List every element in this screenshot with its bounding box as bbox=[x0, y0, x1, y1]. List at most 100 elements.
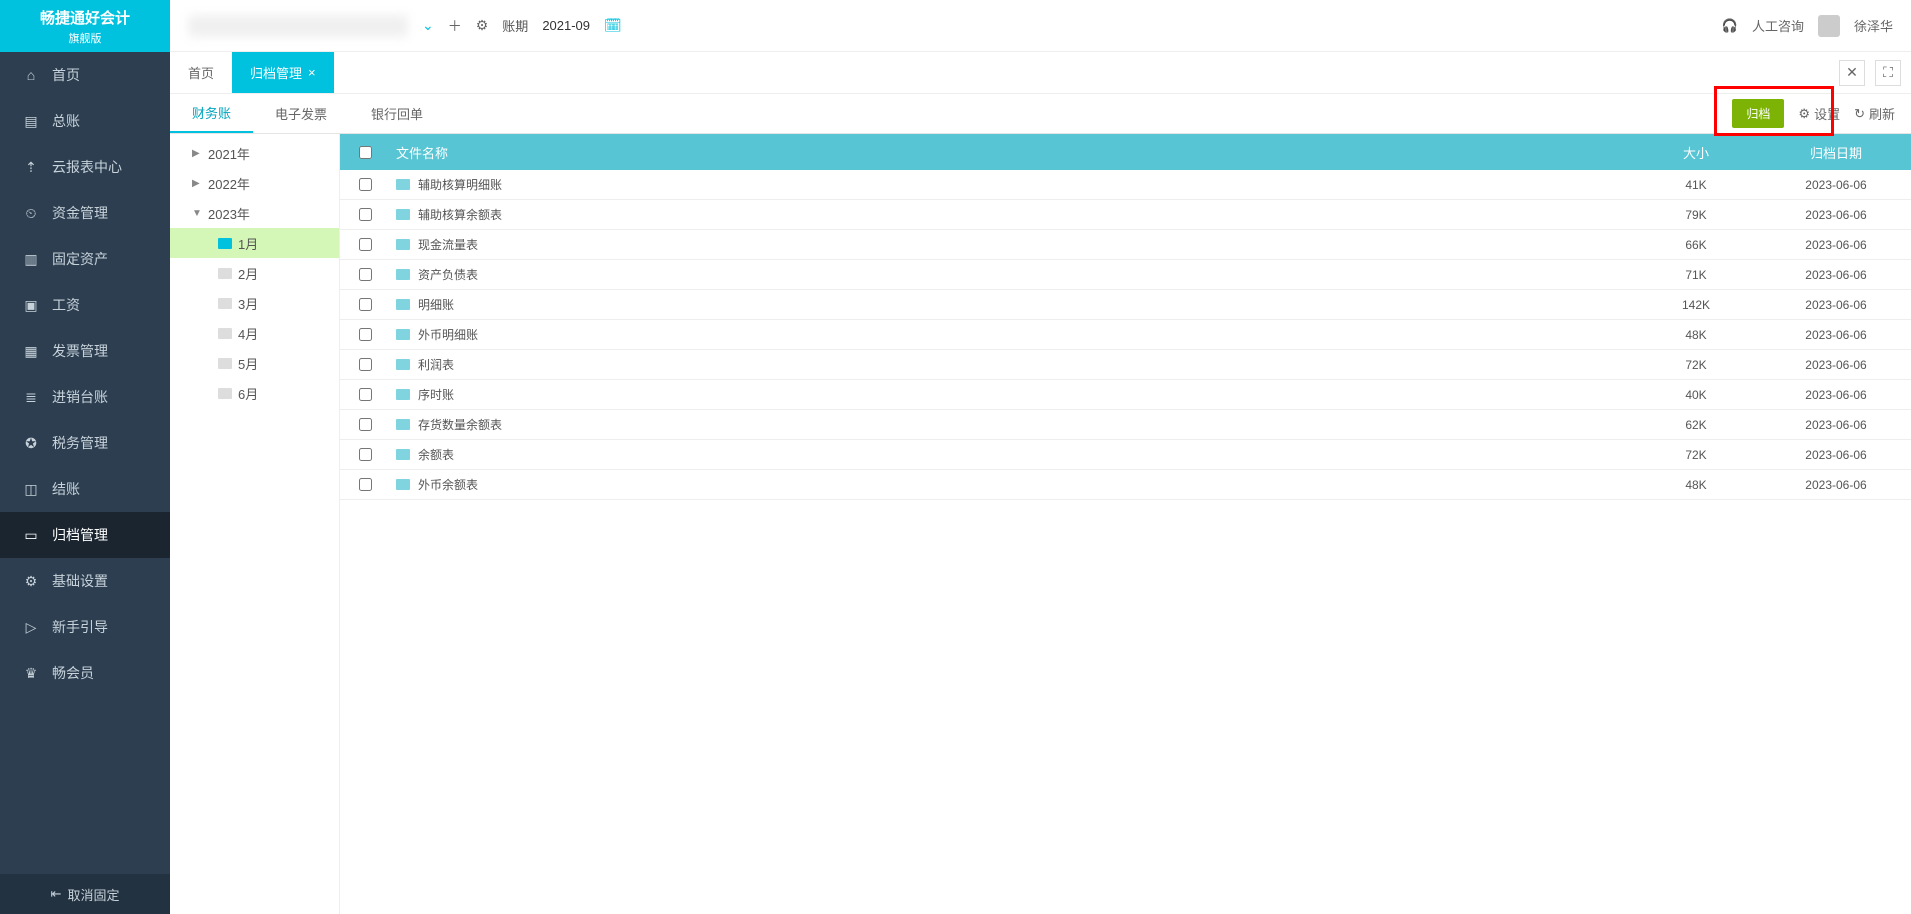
chevron-down-icon[interactable]: ⌄ bbox=[422, 17, 434, 34]
file-name: 存货数量余额表 bbox=[418, 416, 502, 433]
tree-month-3[interactable]: 3月 bbox=[170, 288, 339, 318]
invoice-icon: ▦ bbox=[22, 342, 40, 360]
row-checkbox[interactable] bbox=[359, 298, 372, 311]
folder-icon bbox=[218, 238, 232, 249]
file-date: 2023-06-06 bbox=[1761, 238, 1911, 252]
user-name[interactable]: 徐泽华 bbox=[1854, 16, 1893, 35]
table-row[interactable]: 余额表72K2023-06-06 bbox=[340, 440, 1911, 470]
file-icon bbox=[396, 269, 410, 280]
nav-cloud-report[interactable]: ⇡云报表中心 bbox=[0, 144, 170, 190]
table-row[interactable]: 外币余额表48K2023-06-06 bbox=[340, 470, 1911, 500]
file-date: 2023-06-06 bbox=[1761, 208, 1911, 222]
row-checkbox[interactable] bbox=[359, 178, 372, 191]
calendar-icon[interactable]: 🗓 bbox=[604, 17, 622, 34]
file-size: 72K bbox=[1631, 448, 1761, 462]
tree-year-2023[interactable]: ▼2023年 bbox=[170, 198, 339, 228]
tree-month-2[interactable]: 2月 bbox=[170, 258, 339, 288]
row-checkbox[interactable] bbox=[359, 418, 372, 431]
nav-invoice[interactable]: ▦发票管理 bbox=[0, 328, 170, 374]
close-all-button[interactable]: ✕ bbox=[1839, 60, 1865, 86]
tree-month-6[interactable]: 6月 bbox=[170, 378, 339, 408]
file-date: 2023-06-06 bbox=[1761, 358, 1911, 372]
file-name: 余额表 bbox=[418, 446, 454, 463]
nav-settings[interactable]: ⚙基础设置 bbox=[0, 558, 170, 604]
funds-icon: ⏲ bbox=[22, 204, 40, 222]
nav-guide[interactable]: ▷新手引导 bbox=[0, 604, 170, 650]
row-checkbox[interactable] bbox=[359, 238, 372, 251]
table-row[interactable]: 外币明细账48K2023-06-06 bbox=[340, 320, 1911, 350]
file-size: 71K bbox=[1631, 268, 1761, 282]
file-name: 明细账 bbox=[418, 296, 454, 313]
nav-fixed-assets[interactable]: ▥固定资产 bbox=[0, 236, 170, 282]
sidebar-unpin[interactable]: ⇤取消固定 bbox=[0, 874, 170, 914]
nav-close[interactable]: ◫结账 bbox=[0, 466, 170, 512]
row-checkbox[interactable] bbox=[359, 358, 372, 371]
file-name: 外币明细账 bbox=[418, 326, 478, 343]
consult-link[interactable]: 人工咨询 bbox=[1752, 16, 1804, 35]
brand-edition: 旗舰版 bbox=[69, 30, 102, 46]
nav-inventory[interactable]: ≣进销台账 bbox=[0, 374, 170, 420]
table-row[interactable]: 序时账40K2023-06-06 bbox=[340, 380, 1911, 410]
tree-year-2021[interactable]: ▶2021年 bbox=[170, 138, 339, 168]
nav-salary[interactable]: ▣工资 bbox=[0, 282, 170, 328]
tree-month-5[interactable]: 5月 bbox=[170, 348, 339, 378]
table-row[interactable]: 利润表72K2023-06-06 bbox=[340, 350, 1911, 380]
fullscreen-button[interactable]: ⛶ bbox=[1875, 60, 1901, 86]
settings-link[interactable]: ⚙设置 bbox=[1798, 104, 1840, 123]
file-size: 40K bbox=[1631, 388, 1761, 402]
file-icon bbox=[396, 479, 410, 490]
subtab-einvoice[interactable]: 电子发票 bbox=[253, 94, 349, 133]
nav-member[interactable]: ♛畅会员 bbox=[0, 650, 170, 696]
table-row[interactable]: 现金流量表66K2023-06-06 bbox=[340, 230, 1911, 260]
avatar[interactable] bbox=[1818, 15, 1840, 37]
tree-month-4[interactable]: 4月 bbox=[170, 318, 339, 348]
nav-ledger[interactable]: ▤总账 bbox=[0, 98, 170, 144]
ledger-icon: ▤ bbox=[22, 112, 40, 130]
gear-icon[interactable]: ⚙ bbox=[476, 17, 489, 34]
table-row[interactable]: 明细账142K2023-06-06 bbox=[340, 290, 1911, 320]
refresh-link[interactable]: ↻刷新 bbox=[1854, 104, 1895, 123]
table-row[interactable]: 辅助核算余额表79K2023-06-06 bbox=[340, 200, 1911, 230]
company-selector[interactable] bbox=[188, 15, 408, 37]
row-checkbox[interactable] bbox=[359, 478, 372, 491]
select-all-checkbox[interactable] bbox=[359, 146, 372, 159]
file-icon bbox=[396, 419, 410, 430]
subtab-bank[interactable]: 银行回单 bbox=[349, 94, 445, 133]
tree-month-1[interactable]: 1月 bbox=[170, 228, 339, 258]
table-row[interactable]: 存货数量余额表62K2023-06-06 bbox=[340, 410, 1911, 440]
nav-tax[interactable]: ✪税务管理 bbox=[0, 420, 170, 466]
table-row[interactable]: 资产负债表71K2023-06-06 bbox=[340, 260, 1911, 290]
file-size: 66K bbox=[1631, 238, 1761, 252]
tab-home[interactable]: 首页 bbox=[170, 52, 232, 93]
sidebar: 畅捷通好会计 旗舰版 ⌂首页 ▤总账 ⇡云报表中心 ⏲资金管理 ▥固定资产 ▣工… bbox=[0, 0, 170, 914]
row-checkbox[interactable] bbox=[359, 388, 372, 401]
header-size: 大小 bbox=[1631, 143, 1761, 162]
table-row[interactable]: 辅助核算明细账41K2023-06-06 bbox=[340, 170, 1911, 200]
row-checkbox[interactable] bbox=[359, 268, 372, 281]
file-icon bbox=[396, 179, 410, 190]
tax-icon: ✪ bbox=[22, 434, 40, 452]
add-button[interactable]: ＋ bbox=[448, 16, 462, 36]
play-icon: ▷ bbox=[22, 618, 40, 636]
archive-button[interactable]: 归档 bbox=[1732, 99, 1784, 128]
subtab-finance[interactable]: 财务账 bbox=[170, 94, 253, 133]
row-checkbox[interactable] bbox=[359, 448, 372, 461]
row-checkbox[interactable] bbox=[359, 328, 372, 341]
close-icon[interactable]: × bbox=[308, 65, 316, 80]
archive-icon: ▭ bbox=[22, 526, 40, 544]
nav-archive[interactable]: ▭归档管理 bbox=[0, 512, 170, 558]
period-value[interactable]: 2021-09 bbox=[542, 18, 590, 33]
tree-year-2022[interactable]: ▶2022年 bbox=[170, 168, 339, 198]
file-icon bbox=[396, 329, 410, 340]
tab-archive[interactable]: 归档管理× bbox=[232, 52, 334, 93]
home-icon: ⌂ bbox=[22, 66, 40, 84]
logo: 畅捷通好会计 旗舰版 bbox=[0, 0, 170, 52]
tabs-bar: 首页 归档管理× ✕ ⛶ bbox=[170, 52, 1911, 94]
row-checkbox[interactable] bbox=[359, 208, 372, 221]
actions-bar: 归档 ⚙设置 ↻刷新 bbox=[1732, 94, 1911, 133]
nav-home[interactable]: ⌂首页 bbox=[0, 52, 170, 98]
file-size: 79K bbox=[1631, 208, 1761, 222]
file-icon bbox=[396, 449, 410, 460]
content: 财务账 电子发票 银行回单 归档 ⚙设置 ↻刷新 ▶2021年 ▶2022年 ▼… bbox=[170, 94, 1911, 914]
nav-funds[interactable]: ⏲资金管理 bbox=[0, 190, 170, 236]
